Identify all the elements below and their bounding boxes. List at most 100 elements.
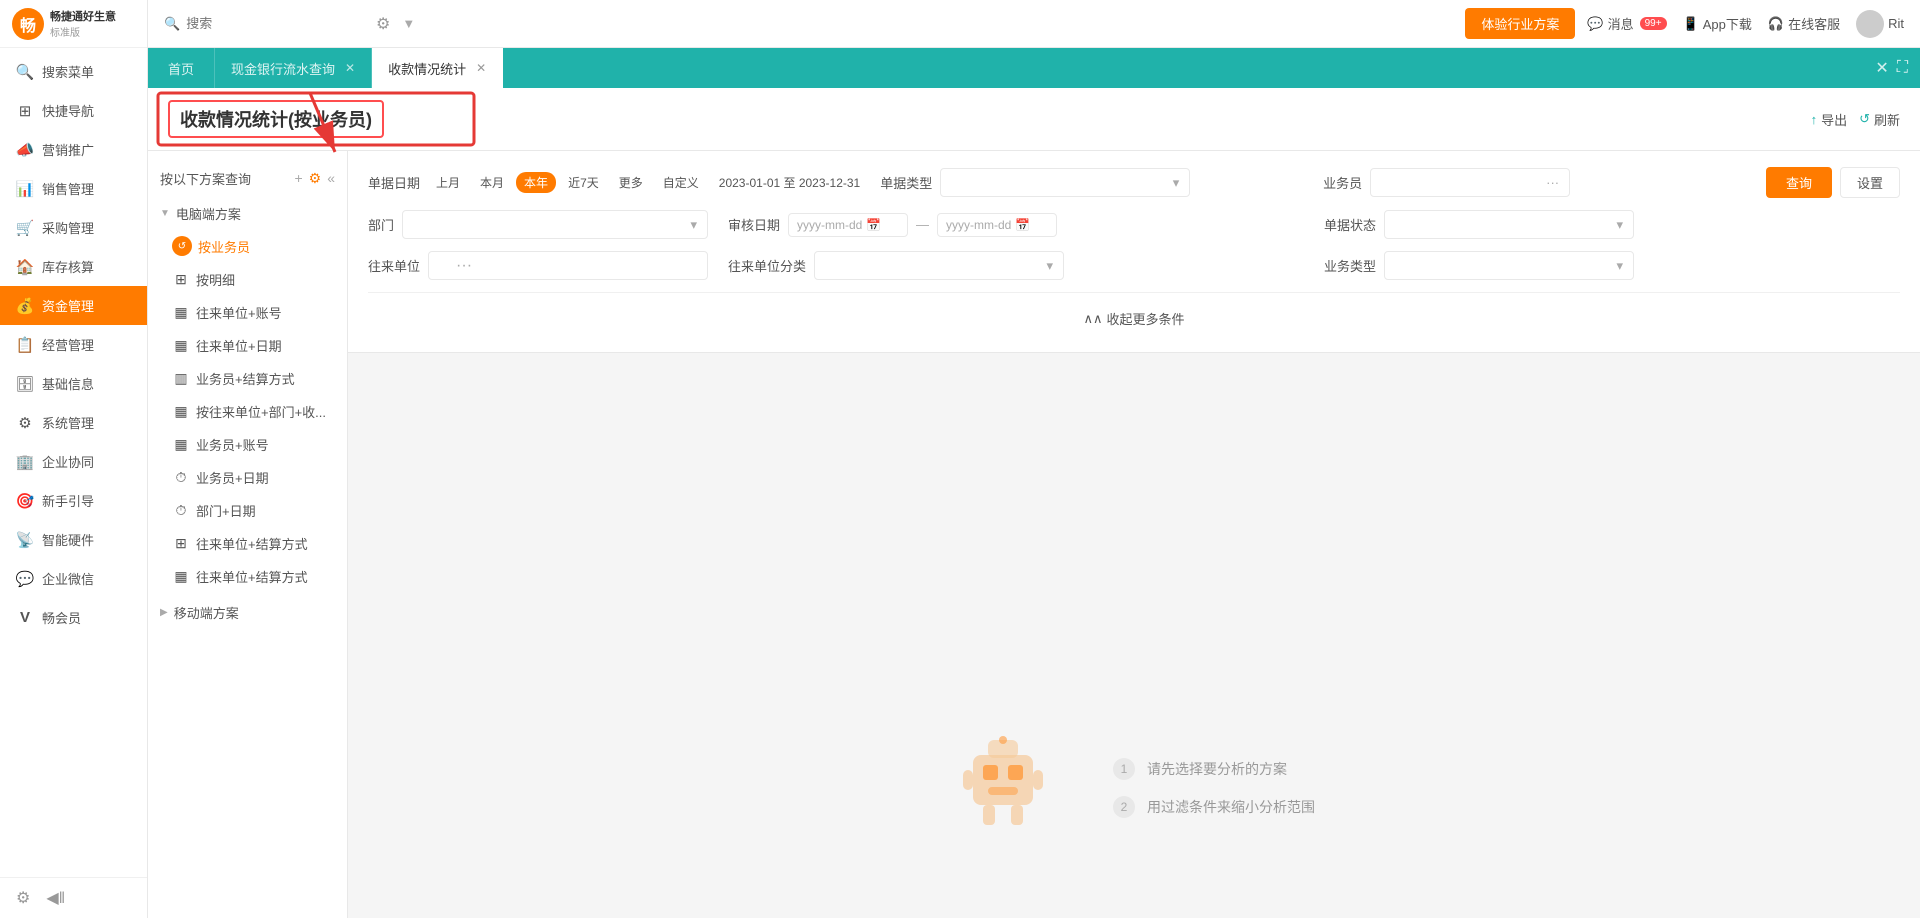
salesperson-dots[interactable]: ··· bbox=[1546, 175, 1559, 190]
refresh-button[interactable]: ↺ 刷新 bbox=[1859, 110, 1900, 129]
settings-scheme-icon[interactable]: ⚙ bbox=[309, 170, 322, 187]
sidebar-item-inventory[interactable]: 🏠 库存核算 bbox=[0, 247, 147, 286]
tree-item-salesperson-account[interactable]: ▦ 业务员+账号 bbox=[148, 428, 347, 461]
counterparty-select[interactable]: ··· bbox=[428, 251, 708, 280]
date-tab-custom[interactable]: 自定义 bbox=[655, 172, 707, 193]
topbar-search-area[interactable]: 🔍 bbox=[164, 16, 364, 32]
enterprise-icon: 🏢 bbox=[16, 453, 34, 471]
tree-item-cp-method2[interactable]: ▦ 往来单位+结算方式 bbox=[148, 560, 347, 593]
sidebar-item-wechat[interactable]: 💬 企业微信 bbox=[0, 559, 147, 598]
sidebar-item-sysmanage[interactable]: ⚙ 系统管理 bbox=[0, 403, 147, 442]
tree-item-dept-date[interactable]: ⏱ 部门+日期 bbox=[148, 494, 347, 527]
tree-item-counterparty-dept-collect[interactable]: ▦ 按往来单位+部门+收... bbox=[148, 395, 347, 428]
right-panel: 单据日期 上月 本月 本年 近7天 更多 自定义 2023-01-01 至 20… bbox=[348, 151, 1920, 918]
page-header: 收款情况统计(按业务员) ↑ 导出 ↺ 刷新 bbox=[148, 88, 1920, 151]
filter-row-1: 单据日期 上月 本月 本年 近7天 更多 自定义 2023-01-01 至 20… bbox=[368, 167, 1900, 198]
sidebar-item-purchase[interactable]: 🛒 采购管理 bbox=[0, 208, 147, 247]
query-button[interactable]: 查询 bbox=[1766, 167, 1832, 198]
dept-select[interactable]: ▾ bbox=[402, 210, 708, 239]
collapse-more-btn[interactable]: ∧∧ 收起更多条件 bbox=[368, 301, 1900, 336]
tab-bank-close[interactable]: ✕ bbox=[345, 61, 355, 75]
export-button[interactable]: ↑ 导出 bbox=[1811, 110, 1848, 129]
sp-method-icon: ▥ bbox=[172, 370, 190, 388]
tabbar-maximize-icon[interactable]: ⛶ bbox=[1897, 59, 1908, 77]
topbar: 🔍 ⚙ ▼ 体验行业方案 💬 消息 99+ 📱 App下载 🎧 在线客服 Rit bbox=[148, 0, 1920, 48]
biz-type-caret: ▾ bbox=[1616, 258, 1623, 274]
app-download-area[interactable]: 📱 App下载 bbox=[1683, 14, 1752, 33]
review-date-start-picker[interactable]: yyyy-mm-dd 📅 bbox=[788, 213, 908, 237]
sidebar-item-baseinfo[interactable]: 🗄 基础信息 bbox=[0, 364, 147, 403]
salesperson-select[interactable]: ··· bbox=[1370, 168, 1570, 197]
content-area: 按以下方案查询 + ⚙ « ▼ 电脑端方案 ↺ 按业务员 ⊞ bbox=[148, 151, 1920, 918]
date-tab-lastmonth[interactable]: 上月 bbox=[428, 172, 468, 193]
sidebar-item-finance[interactable]: 💰 资金管理 bbox=[0, 286, 147, 325]
sidebar-item-operation[interactable]: 📋 经营管理 bbox=[0, 325, 147, 364]
topbar-gear-icon[interactable]: ⚙ bbox=[376, 14, 390, 34]
tree-desktop-header[interactable]: ▼ 电脑端方案 bbox=[148, 198, 347, 229]
cp-date-icon: ▦ bbox=[172, 337, 190, 355]
online-service-area[interactable]: 🎧 在线客服 bbox=[1768, 14, 1840, 33]
newguide-icon: 🎯 bbox=[16, 492, 34, 510]
review-date-end-picker[interactable]: yyyy-mm-dd 📅 bbox=[937, 213, 1057, 237]
search-topbar-icon: 🔍 bbox=[164, 16, 180, 32]
doc-type-select[interactable]: ▾ bbox=[940, 168, 1190, 197]
main-content: 🔍 ⚙ ▼ 体验行业方案 💬 消息 99+ 📱 App下载 🎧 在线客服 Rit bbox=[148, 0, 1920, 918]
placeholder-step2: 2 用过滤条件来缩小分析范围 bbox=[1113, 796, 1315, 818]
filter-row-2: 部门 ▾ 审核日期 yyyy-mm-dd 📅 — bbox=[368, 210, 1900, 239]
tab-bank[interactable]: 现金银行流水查询 ✕ bbox=[215, 48, 372, 88]
tab-home[interactable]: 首页 bbox=[148, 48, 215, 88]
member-icon: V bbox=[16, 609, 34, 627]
tree-mobile-header[interactable]: ▶ 移动端方案 bbox=[148, 597, 347, 628]
sidebar-item-quicknav[interactable]: ⊞ 快捷导航 bbox=[0, 91, 147, 130]
tree-item-cp-method1[interactable]: ⊞ 往来单位+结算方式 bbox=[148, 527, 347, 560]
collapse-panel-icon[interactable]: « bbox=[327, 170, 335, 187]
purchase-icon: 🛒 bbox=[16, 219, 34, 237]
setting-button[interactable]: 设置 bbox=[1840, 167, 1900, 198]
page-header-actions: ↑ 导出 ↺ 刷新 bbox=[1811, 110, 1900, 129]
counterparty-dots[interactable]: ··· bbox=[456, 257, 472, 275]
collapse-sidebar-icon[interactable]: ◀‖ bbox=[46, 888, 65, 908]
date-tab-7days[interactable]: 近7天 bbox=[560, 172, 607, 193]
sidebar-item-search[interactable]: 🔍 搜索菜单 bbox=[0, 52, 147, 91]
tab-collect[interactable]: 收款情况统计 ✕ bbox=[372, 48, 503, 88]
user-avatar-area[interactable]: Rit bbox=[1856, 10, 1904, 38]
topbar-search-input[interactable] bbox=[186, 16, 316, 31]
active-scheme-icon: ↺ bbox=[172, 236, 192, 256]
tree-item-by-detail[interactable]: ⊞ 按明细 bbox=[148, 263, 347, 296]
industry-solution-button[interactable]: 体验行业方案 bbox=[1465, 8, 1575, 39]
sidebar-nav: 🔍 搜索菜单 ⊞ 快捷导航 📣 营销推广 📊 销售管理 🛒 采购管理 🏠 库存核… bbox=[0, 48, 147, 877]
page-title-box: 收款情况统计(按业务员) bbox=[168, 100, 384, 138]
tabbar-close-icon[interactable]: ✕ bbox=[1875, 58, 1888, 78]
sidebar: 畅 畅捷通好生意 标准版 🔍 搜索菜单 ⊞ 快捷导航 📣 营销推广 📊 销售管理… bbox=[0, 0, 148, 918]
cp-classification-select[interactable]: ▾ bbox=[814, 251, 1064, 280]
add-scheme-icon[interactable]: + bbox=[294, 170, 302, 187]
sidebar-item-sales[interactable]: 📊 销售管理 bbox=[0, 169, 147, 208]
doc-status-select[interactable]: ▾ bbox=[1384, 210, 1634, 239]
date-tab-thismonth[interactable]: 本月 bbox=[472, 172, 512, 193]
business-type-select[interactable]: ▾ bbox=[1384, 251, 1634, 280]
tree-item-counterparty-account[interactable]: ▦ 往来单位+账号 bbox=[148, 296, 347, 329]
tree-item-counterparty-date[interactable]: ▦ 往来单位+日期 bbox=[148, 329, 347, 362]
tree-mobile-arrow: ▶ bbox=[160, 607, 168, 618]
placeholder-steps: 1 请先选择要分析的方案 2 用过滤条件来缩小分析范围 bbox=[1113, 758, 1315, 818]
tree-item-salesperson-method[interactable]: ▥ 业务员+结算方式 bbox=[148, 362, 347, 395]
calendar-start-icon: 📅 bbox=[866, 218, 881, 232]
date-tab-thisyear[interactable]: 本年 bbox=[516, 172, 556, 193]
tree-item-by-salesperson[interactable]: ↺ 按业务员 bbox=[148, 229, 347, 263]
wechat-icon: 💬 bbox=[16, 570, 34, 588]
topbar-dropdown-icon[interactable]: ▼ bbox=[402, 16, 415, 31]
inventory-icon: 🏠 bbox=[16, 258, 34, 276]
sidebar-item-enterprise[interactable]: 🏢 企业协同 bbox=[0, 442, 147, 481]
tree-item-salesperson-date[interactable]: ⏱ 业务员+日期 bbox=[148, 461, 347, 494]
filter-cp-classification: 往来单位分类 ▾ bbox=[728, 251, 1304, 280]
sidebar-item-newguide[interactable]: 🎯 新手引导 bbox=[0, 481, 147, 520]
date-tab-more[interactable]: 更多 bbox=[611, 172, 651, 193]
message-icon: 💬 bbox=[1587, 16, 1603, 32]
settings-bottom-icon[interactable]: ⚙ bbox=[16, 888, 30, 908]
tab-collect-close[interactable]: ✕ bbox=[476, 61, 486, 75]
message-area[interactable]: 💬 消息 99+ bbox=[1587, 14, 1666, 33]
sidebar-item-marketing[interactable]: 📣 营销推广 bbox=[0, 130, 147, 169]
left-panel-header: 按以下方案查询 + ⚙ « bbox=[148, 163, 347, 198]
sidebar-item-smarthw[interactable]: 📡 智能硬件 bbox=[0, 520, 147, 559]
sidebar-item-member[interactable]: V 畅会员 bbox=[0, 598, 147, 637]
